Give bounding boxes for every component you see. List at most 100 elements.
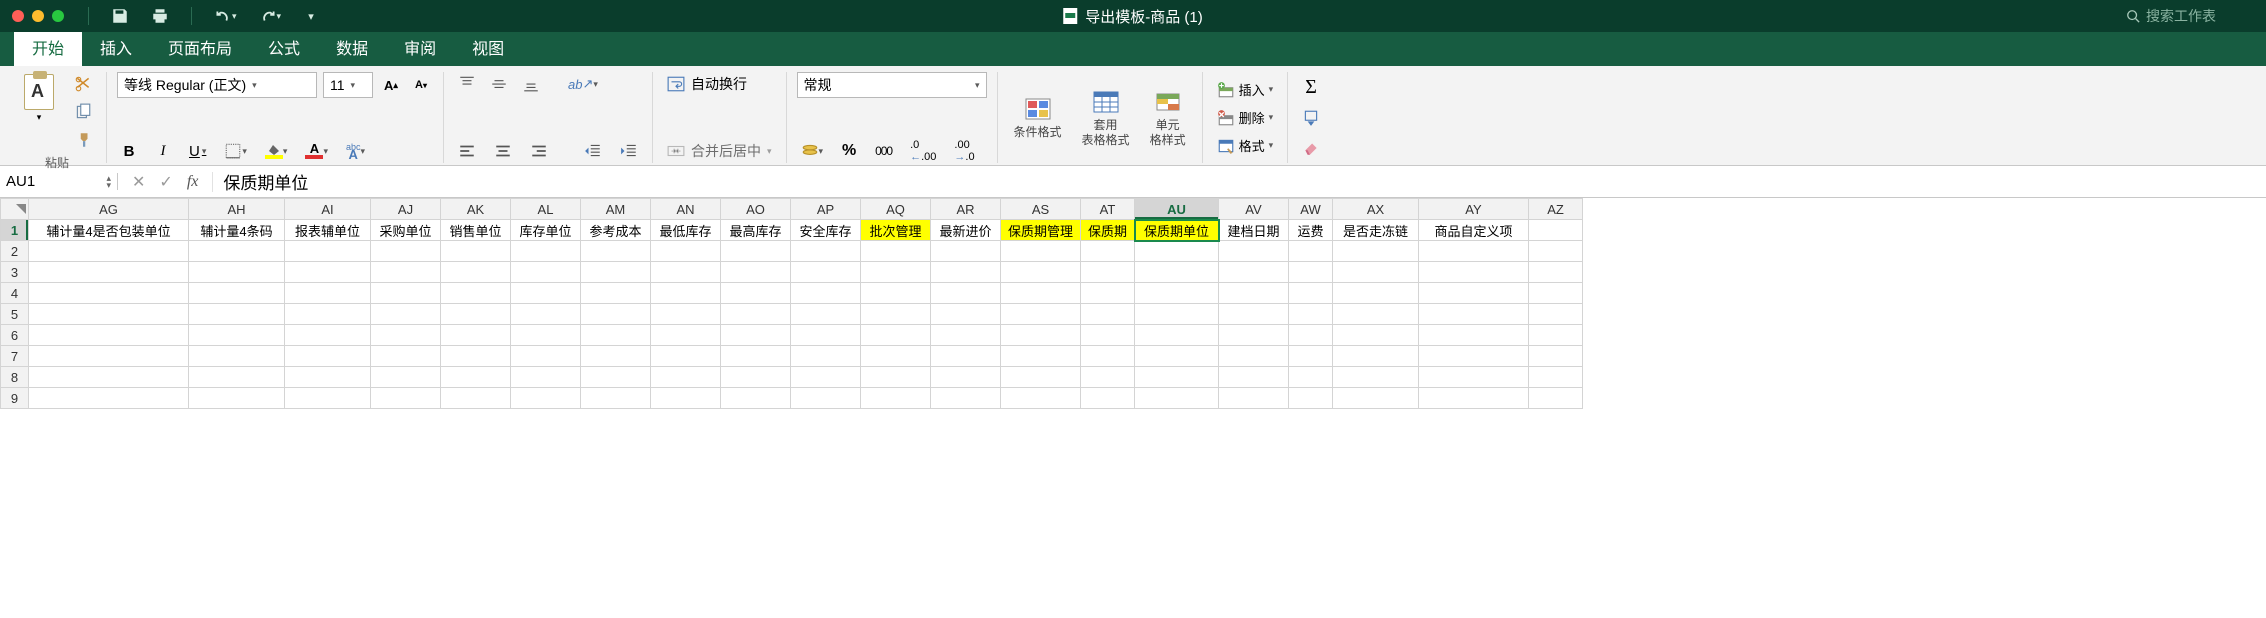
cell-AM6[interactable] (581, 325, 651, 346)
align-left-button[interactable] (454, 139, 480, 163)
confirm-formula-button[interactable]: ✓ (159, 172, 172, 192)
cell-AX1[interactable]: 是否走冻链 (1333, 220, 1419, 241)
wrap-text-button[interactable]: 自动换行 (663, 72, 751, 96)
cell-AS3[interactable] (1001, 262, 1081, 283)
cell-AO3[interactable] (721, 262, 791, 283)
cell-AR6[interactable] (931, 325, 1001, 346)
cell-AW9[interactable] (1289, 388, 1333, 409)
cell-AH6[interactable] (189, 325, 285, 346)
underline-button[interactable]: U▾ (185, 139, 210, 163)
cell-AP6[interactable] (791, 325, 861, 346)
cell-AZ3[interactable] (1529, 262, 1583, 283)
col-header-AY[interactable]: AY (1419, 199, 1529, 220)
cell-AT6[interactable] (1081, 325, 1135, 346)
cell-AH9[interactable] (189, 388, 285, 409)
delete-cells-button[interactable]: 删除▾ (1213, 106, 1278, 130)
cell-AM4[interactable] (581, 283, 651, 304)
cell-AV1[interactable]: 建档日期 (1219, 220, 1289, 241)
font-color-button[interactable]: A▾ (301, 139, 332, 163)
cell-AH7[interactable] (189, 346, 285, 367)
col-header-AT[interactable]: AT (1081, 199, 1135, 220)
cell-AO5[interactable] (721, 304, 791, 325)
cell-AK3[interactable] (441, 262, 511, 283)
cell-AK9[interactable] (441, 388, 511, 409)
copy-button[interactable] (70, 100, 96, 124)
cell-AM7[interactable] (581, 346, 651, 367)
cell-AR3[interactable] (931, 262, 1001, 283)
cell-AX6[interactable] (1333, 325, 1419, 346)
cell-AJ2[interactable] (371, 241, 441, 262)
cell-AW5[interactable] (1289, 304, 1333, 325)
cell-AY8[interactable] (1419, 367, 1529, 388)
redo-button[interactable]: ▾ (255, 4, 286, 28)
row-header-8[interactable]: 8 (1, 367, 29, 388)
cell-AP9[interactable] (791, 388, 861, 409)
col-header-AR[interactable]: AR (931, 199, 1001, 220)
row-header-5[interactable]: 5 (1, 304, 29, 325)
cell-AS4[interactable] (1001, 283, 1081, 304)
comma-button[interactable]: 000 (871, 139, 896, 163)
cell-AM2[interactable] (581, 241, 651, 262)
cell-AN9[interactable] (651, 388, 721, 409)
cell-AN2[interactable] (651, 241, 721, 262)
cell-AV7[interactable] (1219, 346, 1289, 367)
row-header-6[interactable]: 6 (1, 325, 29, 346)
sheet-search[interactable] (2126, 8, 2256, 24)
fill-color-button[interactable]: ▾ (261, 139, 292, 163)
align-bottom-button[interactable] (518, 72, 544, 96)
cell-AW2[interactable] (1289, 241, 1333, 262)
cell-AV4[interactable] (1219, 283, 1289, 304)
cell-AQ9[interactable] (861, 388, 931, 409)
col-header-AP[interactable]: AP (791, 199, 861, 220)
cell-AI9[interactable] (285, 388, 371, 409)
align-top-button[interactable] (454, 72, 480, 96)
cell-AK6[interactable] (441, 325, 511, 346)
clear-button[interactable] (1298, 136, 1324, 160)
cell-AM3[interactable] (581, 262, 651, 283)
cell-AU1[interactable]: 保质期单位 (1135, 220, 1219, 241)
cell-AY9[interactable] (1419, 388, 1529, 409)
cell-AL6[interactable] (511, 325, 581, 346)
cell-AP5[interactable] (791, 304, 861, 325)
border-button[interactable]: ▾ (220, 139, 251, 163)
cell-AU7[interactable] (1135, 346, 1219, 367)
row-header-4[interactable]: 4 (1, 283, 29, 304)
col-header-AV[interactable]: AV (1219, 199, 1289, 220)
cell-AW8[interactable] (1289, 367, 1333, 388)
name-box-stepper[interactable]: ▴▾ (106, 175, 111, 189)
cell-AU2[interactable] (1135, 241, 1219, 262)
cell-AH5[interactable] (189, 304, 285, 325)
cell-AH8[interactable] (189, 367, 285, 388)
cell-AT8[interactable] (1081, 367, 1135, 388)
col-header-AZ[interactable]: AZ (1529, 199, 1583, 220)
cell-AG7[interactable] (29, 346, 189, 367)
col-header-AI[interactable]: AI (285, 199, 371, 220)
cell-AN1[interactable]: 最低库存 (651, 220, 721, 241)
cut-button[interactable] (70, 72, 96, 96)
cell-AI7[interactable] (285, 346, 371, 367)
cell-AS2[interactable] (1001, 241, 1081, 262)
cell-AS7[interactable] (1001, 346, 1081, 367)
cell-AT9[interactable] (1081, 388, 1135, 409)
cell-AX9[interactable] (1333, 388, 1419, 409)
cell-AG4[interactable] (29, 283, 189, 304)
cell-AX5[interactable] (1333, 304, 1419, 325)
cell-AO4[interactable] (721, 283, 791, 304)
phonetic-button[interactable]: abcA▾ (342, 139, 369, 163)
cell-AN7[interactable] (651, 346, 721, 367)
cell-AX8[interactable] (1333, 367, 1419, 388)
cell-AT3[interactable] (1081, 262, 1135, 283)
cell-AN8[interactable] (651, 367, 721, 388)
cell-AT7[interactable] (1081, 346, 1135, 367)
cell-AI6[interactable] (285, 325, 371, 346)
cell-AP1[interactable]: 安全库存 (791, 220, 861, 241)
cell-AQ1[interactable]: 批次管理 (861, 220, 931, 241)
col-header-AQ[interactable]: AQ (861, 199, 931, 220)
cell-AZ7[interactable] (1529, 346, 1583, 367)
save-button[interactable] (107, 4, 133, 28)
cell-AL1[interactable]: 库存单位 (511, 220, 581, 241)
cell-AP4[interactable] (791, 283, 861, 304)
col-header-AU[interactable]: AU (1135, 199, 1219, 220)
format-cells-button[interactable]: 格式▾ (1213, 134, 1278, 158)
cell-AO1[interactable]: 最高库存 (721, 220, 791, 241)
